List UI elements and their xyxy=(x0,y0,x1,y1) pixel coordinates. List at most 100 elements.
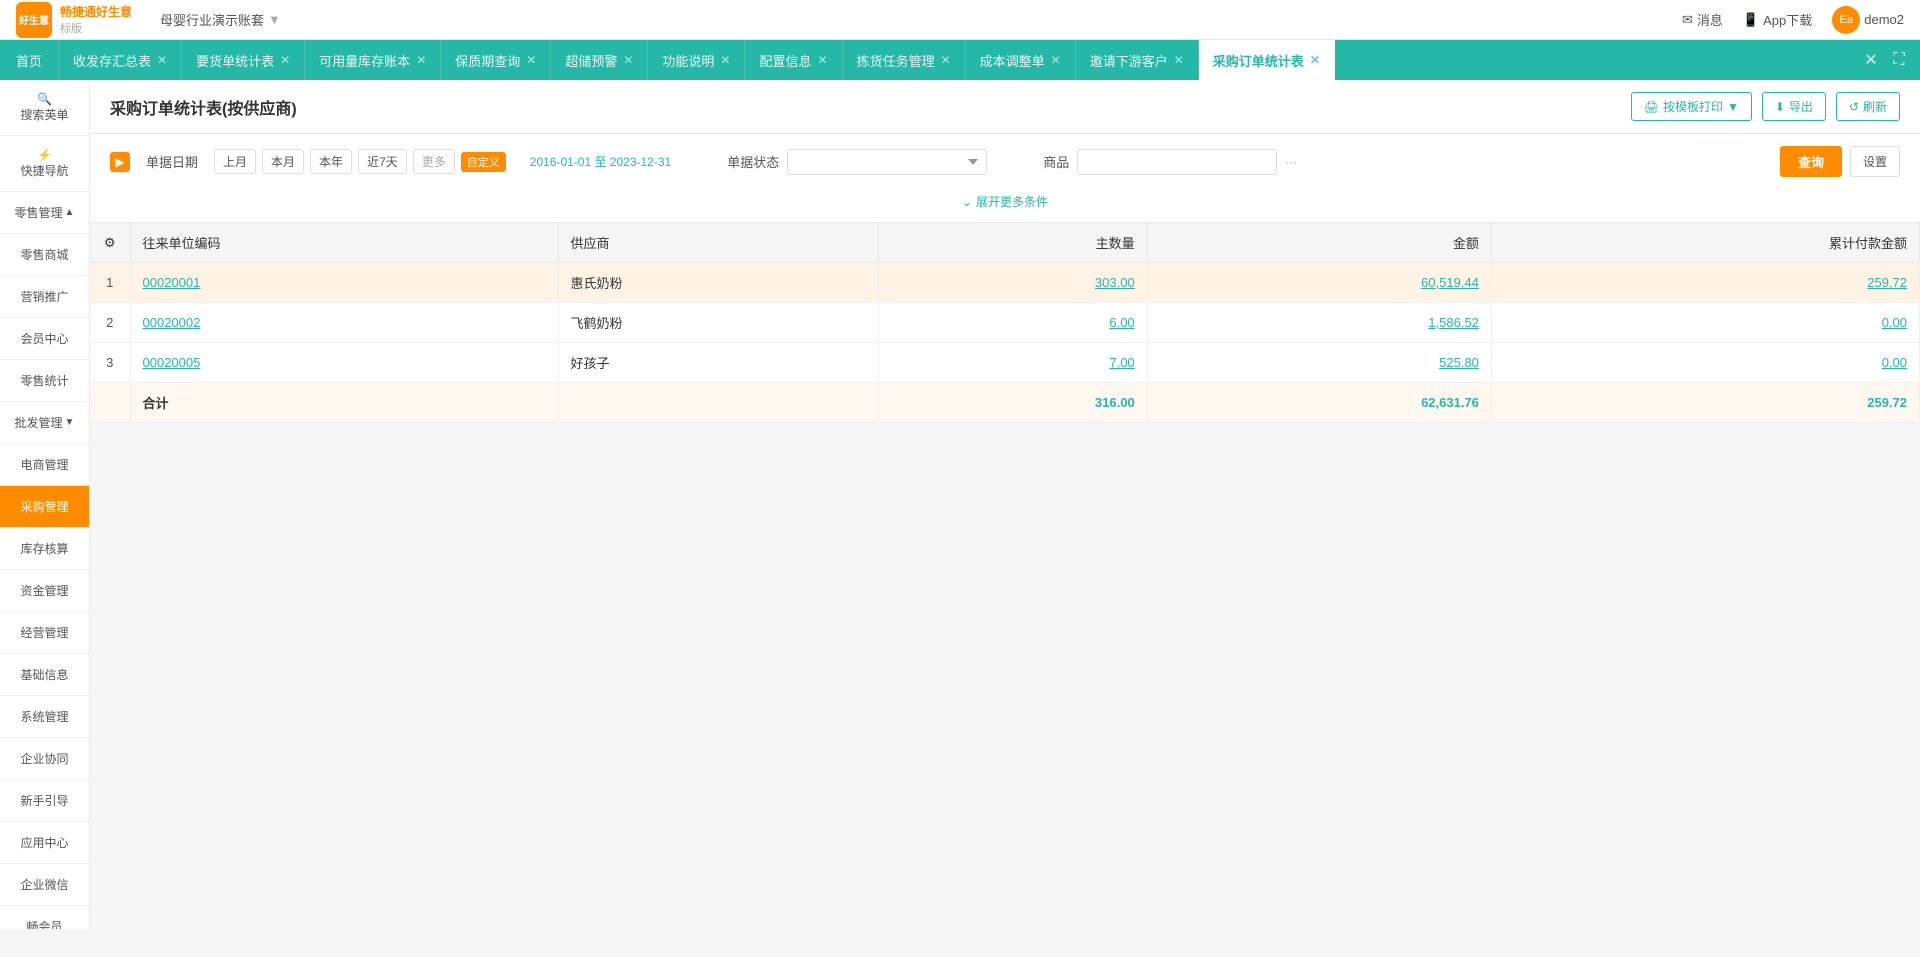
status-select[interactable] xyxy=(787,149,987,175)
tab-phzwgl[interactable]: 拣货任务管理 ✕ xyxy=(843,40,966,80)
sidebar-item-retail[interactable]: 零售管理 ▲ xyxy=(0,192,89,234)
close-tab-kyldkcz[interactable]: ✕ xyxy=(416,53,426,67)
sidebar-item-ecommerce[interactable]: 电商管理 xyxy=(0,444,89,486)
sidebar-item-newbie[interactable]: 新手引导 xyxy=(0,780,89,822)
sidebar-item-finance[interactable]: 资金管理 xyxy=(0,570,89,612)
tab-label: 可用量库存账本 xyxy=(319,51,410,70)
more-date-btn[interactable]: 更多 xyxy=(413,149,455,174)
account-selector[interactable]: 母婴行业演示账套 ▼ xyxy=(160,10,281,29)
close-tab-pzxx[interactable]: ✕ xyxy=(818,53,828,67)
date-filter-label: 单据日期 xyxy=(146,152,198,171)
table-header: ⚙ 往来单位编码 供应商 主数量 金额 累计付款金额 xyxy=(90,223,1920,263)
this-year-btn[interactable]: 本年 xyxy=(310,149,352,174)
code-link[interactable]: 00020001 xyxy=(143,275,201,290)
status-filter: 单据状态 xyxy=(727,149,987,175)
tab-ccyj[interactable]: 超储预警 ✕ xyxy=(551,40,648,80)
close-tab-cbtz[interactable]: ✕ xyxy=(1051,53,1061,67)
col-settings[interactable]: ⚙ xyxy=(90,223,130,263)
sidebar-label: 新手引导 xyxy=(6,792,83,809)
export-icon: ⬇ xyxy=(1775,100,1785,114)
tab-shdfhz[interactable]: 收发存汇总表 ✕ xyxy=(59,40,182,80)
logo-subtext: 标版 xyxy=(60,20,132,36)
logo-text: 畅捷通好生意 xyxy=(60,3,132,20)
col-amount: 金额 xyxy=(1147,223,1491,263)
sidebar-label: 企业微信 xyxy=(6,876,83,893)
tab-label: 超储预警 xyxy=(565,51,617,70)
goods-label: 商品 xyxy=(1043,152,1069,171)
user-area[interactable]: Ea demo2 xyxy=(1832,6,1904,34)
sidebar-item-quicknav[interactable]: ⚡ 快捷导航 xyxy=(0,136,89,192)
page-actions: 🖨 按模板打印 ▼ ⬇ 导出 ↺ 刷新 xyxy=(1631,92,1900,121)
message-icon: ✉ xyxy=(1682,12,1693,28)
7days-btn[interactable]: 近7天 xyxy=(358,149,407,174)
message-btn[interactable]: ✉ 消息 xyxy=(1682,10,1723,29)
close-tab-bqxcx[interactable]: ✕ xyxy=(526,53,536,67)
sidebar-item-wholesale[interactable]: 批发管理 ▼ xyxy=(0,402,89,444)
tab-kyldkcz[interactable]: 可用量库存账本 ✕ xyxy=(305,40,441,80)
tab-cbtz[interactable]: 成本调整单 ✕ xyxy=(966,40,1076,80)
code-link[interactable]: 00020002 xyxy=(143,315,201,330)
gear-icon[interactable]: ⚙ xyxy=(104,235,116,250)
tab-gnms[interactable]: 功能说明 ✕ xyxy=(648,40,745,80)
custom-date-badge: 自定义 xyxy=(461,152,506,172)
row-number: 1 xyxy=(90,263,130,303)
tab-ygdtjb[interactable]: 要货单统计表 ✕ xyxy=(182,40,305,80)
quicknav-icon: ⚡ xyxy=(6,148,83,162)
print-dropdown-icon: ▼ xyxy=(1727,100,1739,114)
user-avatar: Ea xyxy=(1832,6,1860,34)
sidebar-label: 电商管理 xyxy=(6,456,83,473)
sidebar-item-purchase[interactable]: 采购管理 xyxy=(0,486,89,528)
sidebar-item-appstore[interactable]: 应用中心 xyxy=(0,822,89,864)
sidebar-item-system[interactable]: 系统管理 xyxy=(0,696,89,738)
app-download-icon: 📱 xyxy=(1743,12,1759,28)
sidebar-item-marketing[interactable]: 营销推广 xyxy=(0,276,89,318)
tab-yqxy[interactable]: 邀请下游客户 ✕ xyxy=(1076,40,1199,80)
code-link[interactable]: 00020005 xyxy=(143,355,201,370)
sidebar-item-enterprise[interactable]: 企业协同 xyxy=(0,738,89,780)
this-month-btn[interactable]: 本月 xyxy=(262,149,304,174)
app-download-btn[interactable]: 📱 App下载 xyxy=(1743,10,1812,29)
sidebar-item-member[interactable]: 会员中心 xyxy=(0,318,89,360)
tab-home[interactable]: 首页 xyxy=(0,40,59,80)
close-tab-phzwgl[interactable]: ✕ xyxy=(941,53,951,67)
maximize-window-btn[interactable]: ⛶ xyxy=(1888,49,1910,71)
template-print-button[interactable]: 🖨 按模板打印 ▼ xyxy=(1631,92,1752,121)
close-window-btn[interactable]: ✕ xyxy=(1860,49,1882,71)
refresh-button[interactable]: ↺ 刷新 xyxy=(1836,92,1900,121)
account-dropdown-icon[interactable]: ▼ xyxy=(268,12,281,27)
row-code: 00020001 xyxy=(130,263,558,303)
col-code: 往来单位编码 xyxy=(130,223,558,263)
goods-input[interactable] xyxy=(1077,149,1277,175)
sidebar-item-retail-stat[interactable]: 零售统计 xyxy=(0,360,89,402)
tab-pzxx[interactable]: 配置信息 ✕ xyxy=(745,40,842,80)
tab-cgdtjb[interactable]: 采购订单统计表 ✕ xyxy=(1199,40,1335,80)
close-tab-gnms[interactable]: ✕ xyxy=(720,53,730,67)
sidebar-item-search[interactable]: 🔍 搜索英单 xyxy=(0,80,89,136)
query-button[interactable]: 查询 xyxy=(1780,146,1842,177)
row-code: 00020002 xyxy=(130,303,558,343)
close-tab-yqxy[interactable]: ✕ xyxy=(1174,53,1184,67)
sidebar-item-retail-shop[interactable]: 零售商城 xyxy=(0,234,89,276)
close-tab-ccyj[interactable]: ✕ xyxy=(623,53,633,67)
settings-button[interactable]: 设置 xyxy=(1850,146,1900,177)
expand-more-btn[interactable]: ⌄ 展开更多条件 xyxy=(945,193,1065,210)
sidebar-item-basic[interactable]: 基础信息 xyxy=(0,654,89,696)
close-tab-cgdtjb[interactable]: ✕ xyxy=(1310,53,1320,67)
search-icon: 🔍 xyxy=(6,92,83,106)
sidebar-item-wechat[interactable]: 企业微信 xyxy=(0,864,89,906)
sidebar-item-inventory[interactable]: 库存核算 xyxy=(0,528,89,570)
table-row: 2 00020002 飞鹤奶粉 6.00 1,586.52 0.00 xyxy=(90,303,1920,343)
close-tab-ygdtjb[interactable]: ✕ xyxy=(280,53,290,67)
sidebar-item-vip[interactable]: 畅会员 xyxy=(0,906,89,929)
date-buttons: 上月 本月 本年 近7天 更多 自定义 xyxy=(214,149,506,174)
filter-toggle-btn[interactable]: ▶ xyxy=(110,152,130,172)
sidebar-item-operation[interactable]: 经营管理 xyxy=(0,612,89,654)
tab-bqxcx[interactable]: 保质期查询 ✕ xyxy=(441,40,551,80)
footer-empty2 xyxy=(558,383,878,423)
close-tab-shdfhz[interactable]: ✕ xyxy=(157,53,167,67)
footer-paid: 259.72 xyxy=(1491,383,1919,423)
export-button[interactable]: ⬇ 导出 xyxy=(1762,92,1826,121)
last-month-btn[interactable]: 上月 xyxy=(214,149,256,174)
row-paid: 0.00 xyxy=(1491,303,1919,343)
goods-ellipsis[interactable]: ··· xyxy=(1285,155,1297,169)
